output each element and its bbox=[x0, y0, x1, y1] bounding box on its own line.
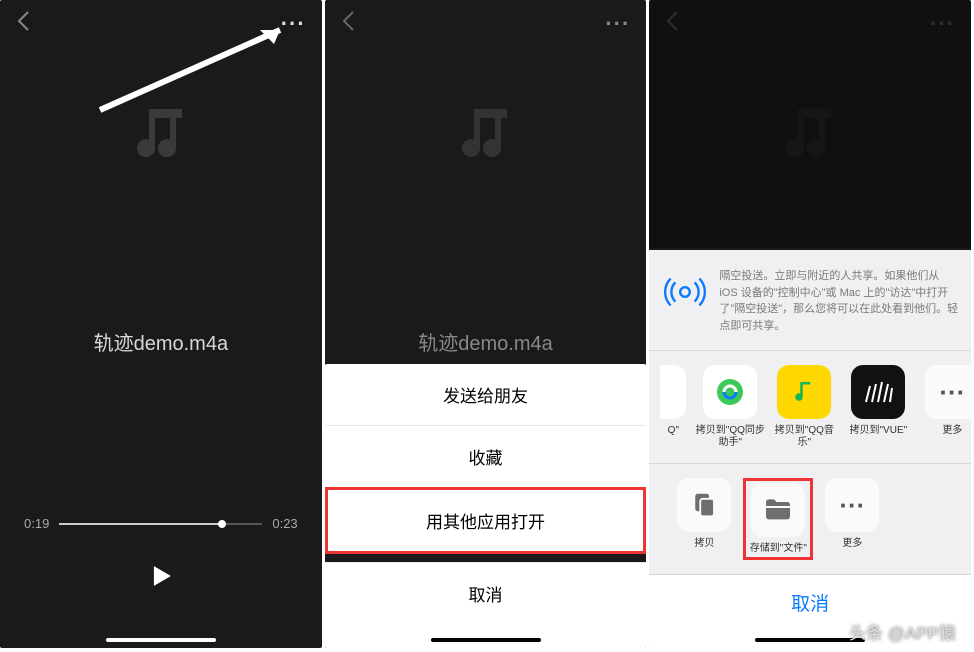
action-label: 更多 bbox=[842, 538, 862, 550]
menu-open-with-other[interactable]: 用其他应用打开 bbox=[325, 487, 647, 554]
menu-cancel[interactable]: 取消 bbox=[325, 562, 647, 624]
watermark: 头条 @APP猿 bbox=[849, 619, 956, 644]
duration: 0:23 bbox=[272, 516, 297, 531]
filename-label: 轨迹demo.m4a bbox=[94, 327, 229, 356]
action-label: 拷贝 bbox=[694, 538, 714, 550]
airdrop-description: 隔空投送。立即与附近的人共享。如果他们从 iOS 设备的"控制中心"或 Mac … bbox=[719, 268, 959, 334]
play-button[interactable] bbox=[144, 559, 178, 598]
progress-knob[interactable] bbox=[218, 520, 226, 528]
content-area: 轨迹demo.m4a bbox=[325, 40, 647, 356]
screen-player: ··· 轨迹demo.m4a 0:19 0:23 bbox=[0, 0, 322, 648]
home-indicator[interactable] bbox=[106, 638, 216, 642]
action-copy[interactable]: 拷贝 bbox=[669, 478, 739, 560]
more-icon[interactable]: ··· bbox=[605, 11, 630, 37]
progress-row: 0:19 0:23 bbox=[0, 516, 322, 531]
action-row: 拷贝 存储到"文件" ··· 更多 bbox=[649, 464, 971, 574]
app-vue[interactable]: 拷贝到"VUE" bbox=[843, 365, 913, 449]
topbar: ··· bbox=[0, 0, 322, 40]
current-time: 0:19 bbox=[24, 516, 49, 531]
app-qq-sync[interactable]: 拷贝到"QQ同步助手" bbox=[695, 365, 765, 449]
filename-label: 轨迹demo.m4a bbox=[418, 327, 553, 356]
app-more[interactable]: ··· 更多 bbox=[917, 365, 971, 449]
more-icon[interactable]: ··· bbox=[281, 11, 306, 37]
music-note-icon bbox=[125, 100, 197, 172]
share-sheet: 隔空投送。立即与附近的人共享。如果他们从 iOS 设备的"控制中心"或 Mac … bbox=[649, 250, 971, 648]
screen-action-sheet: ··· 轨迹demo.m4a 发送给朋友 收藏 用其他应用打开 取消 bbox=[325, 0, 647, 648]
home-indicator[interactable] bbox=[431, 638, 541, 642]
player-controls: 0:19 0:23 bbox=[0, 516, 322, 598]
music-note-icon bbox=[450, 100, 522, 172]
menu-favorite[interactable]: 收藏 bbox=[325, 425, 647, 487]
app-label: 拷贝到"QQ音乐" bbox=[769, 425, 839, 449]
app-label: 拷贝到"VUE" bbox=[850, 425, 908, 437]
content-area: 轨迹demo.m4a bbox=[0, 40, 322, 356]
dim-overlay bbox=[649, 0, 971, 248]
action-sheet: 发送给朋友 收藏 用其他应用打开 取消 bbox=[325, 364, 647, 648]
app-row: Q" 拷贝到"QQ同步助手" 拷贝到"QQ音乐" bbox=[649, 351, 971, 464]
action-label: 存储到"文件" bbox=[750, 543, 807, 555]
airdrop-section[interactable]: 隔空投送。立即与附近的人共享。如果他们从 iOS 设备的"控制中心"或 Mac … bbox=[649, 260, 971, 351]
action-more[interactable]: ··· 更多 bbox=[817, 478, 887, 560]
app-label: Q" bbox=[668, 425, 679, 437]
progress-track[interactable] bbox=[59, 523, 262, 525]
action-save-to-files[interactable]: 存储到"文件" bbox=[743, 478, 813, 560]
topbar: ··· bbox=[325, 0, 647, 40]
screen-share-sheet: ··· 隔空投送。立即与附近的人共享。如果他们从 iOS 设备的"控制中心"或 … bbox=[649, 0, 971, 648]
back-icon[interactable] bbox=[341, 10, 355, 38]
menu-send-to-friend[interactable]: 发送给朋友 bbox=[325, 364, 647, 425]
app-qq-music[interactable]: 拷贝到"QQ音乐" bbox=[769, 365, 839, 449]
progress-fill bbox=[59, 523, 221, 525]
app-partial[interactable]: Q" bbox=[655, 365, 691, 449]
back-icon[interactable] bbox=[16, 10, 30, 38]
app-label: 更多 bbox=[942, 425, 962, 437]
airdrop-icon bbox=[661, 268, 709, 316]
app-label: 拷贝到"QQ同步助手" bbox=[695, 425, 765, 449]
